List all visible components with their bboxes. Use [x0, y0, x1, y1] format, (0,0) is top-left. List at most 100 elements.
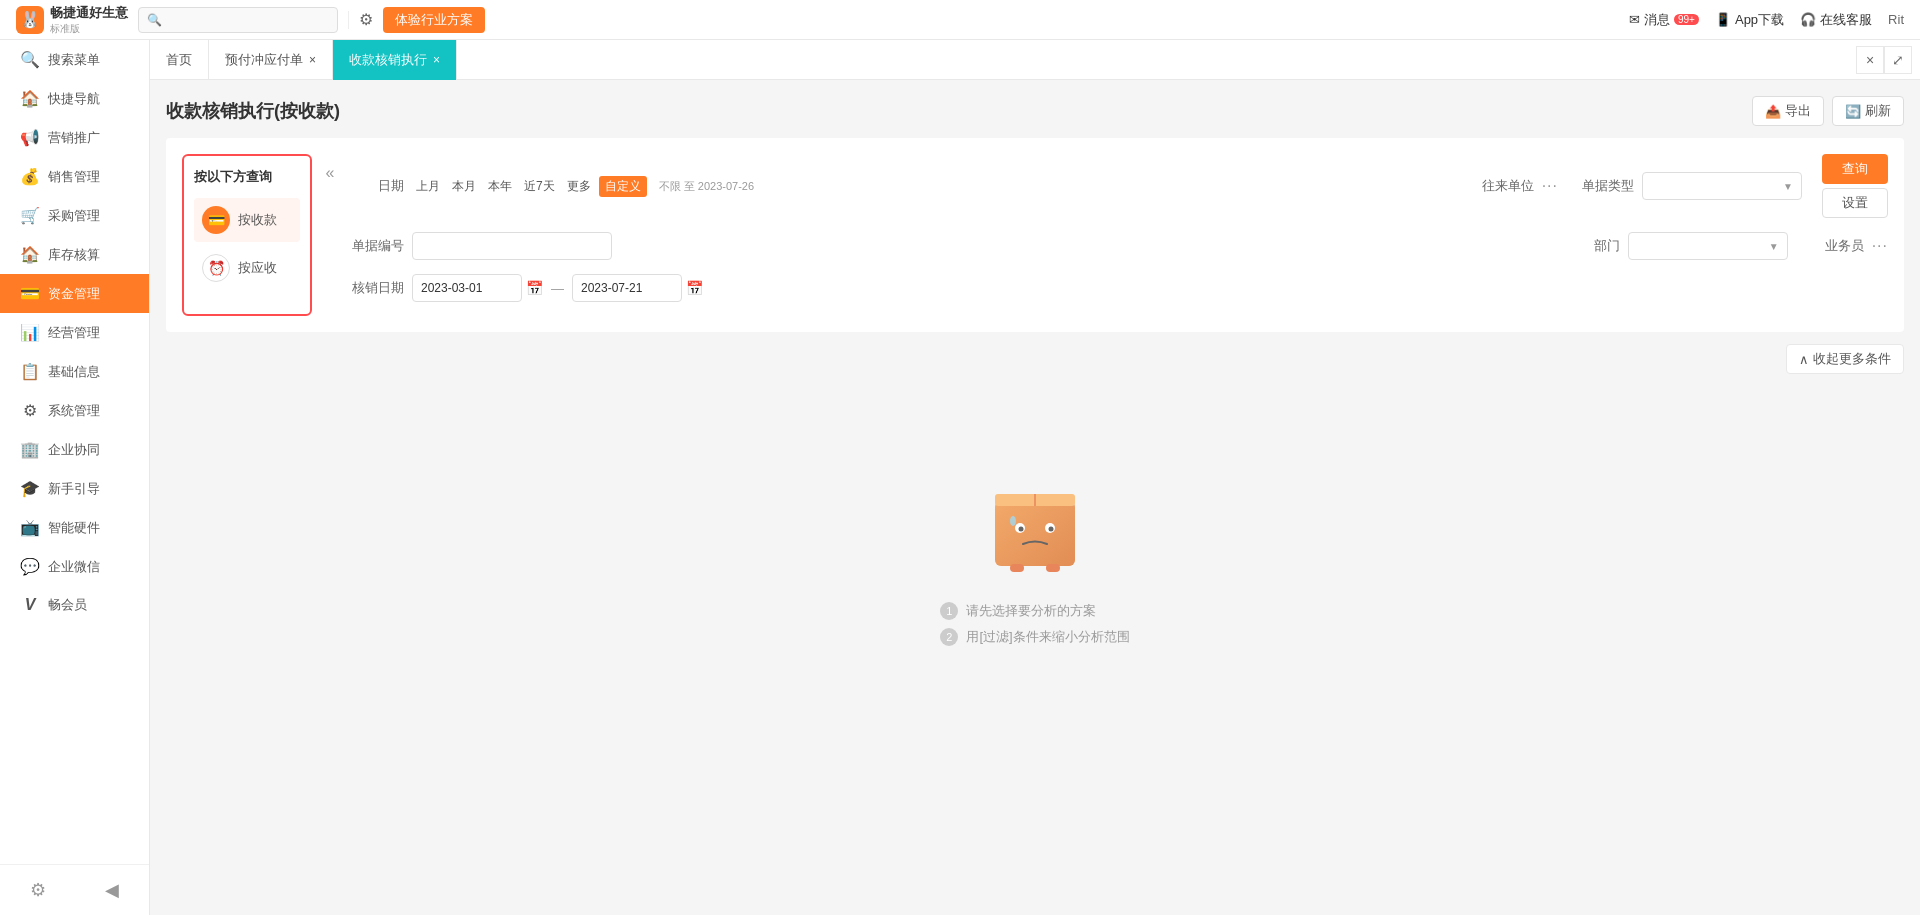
page-title: 收款核销执行(按收款): [166, 99, 340, 123]
tabbar: 首页 预付冲应付单 × 收款核销执行 × × ⤢: [150, 40, 1920, 80]
date-more[interactable]: 更多: [563, 176, 595, 197]
tab-prepay[interactable]: 预付冲应付单 ×: [209, 40, 333, 80]
filter-option-receipt[interactable]: 💳 按收款: [194, 198, 300, 242]
sidebar-label-purchase: 采购管理: [48, 207, 100, 225]
filter-row-2: 单据编号 部门 ▼ 业务员 ···: [348, 232, 1888, 260]
receivable-option-label: 按应收: [238, 259, 277, 277]
sidebar-item-basic[interactable]: 📋 基础信息: [0, 352, 149, 391]
verify-date-end-input[interactable]: [572, 274, 682, 302]
collapse-more-label: 收起更多条件: [1813, 350, 1891, 368]
hardware-icon: 📺: [20, 518, 40, 537]
doc-no-input[interactable]: [412, 232, 612, 260]
expand-window-btn[interactable]: ⤢: [1884, 46, 1912, 74]
sidebar-item-marketing[interactable]: 📢 营销推广: [0, 118, 149, 157]
dept-arrow: ▼: [1769, 241, 1779, 252]
refresh-icon: 🔄: [1845, 104, 1861, 119]
refresh-btn[interactable]: 🔄 刷新: [1832, 96, 1904, 126]
date-7days[interactable]: 近7天: [520, 176, 559, 197]
svg-rect-10: [1046, 564, 1060, 572]
doc-no-field: 单据编号: [348, 232, 612, 260]
verify-date-start-container: 📅: [412, 274, 543, 302]
quick-nav-icon: 🏠: [20, 89, 40, 108]
service-btn[interactable]: 🎧 在线客服: [1800, 11, 1872, 29]
sidebar-item-inventory[interactable]: 🏠 库存核算: [0, 235, 149, 274]
collapse-more-btn[interactable]: ∧ 收起更多条件: [1786, 344, 1904, 374]
verify-date-end-container: 📅: [572, 274, 703, 302]
date-last-month[interactable]: 上月: [412, 176, 444, 197]
brand-name: 畅捷通好生意: [50, 4, 128, 22]
sidebar-item-wechat[interactable]: 💬 企业微信: [0, 547, 149, 586]
verify-date-start-input[interactable]: [412, 274, 522, 302]
query-btn-container: 查询 设置: [1822, 154, 1888, 218]
message-btn[interactable]: ✉ 消息 99+: [1629, 11, 1699, 29]
sidebar-item-purchase[interactable]: 🛒 采购管理: [0, 196, 149, 235]
filter-collapse-btn[interactable]: «: [320, 154, 340, 182]
content-area: 收款核销执行(按收款) 📤 导出 🔄 刷新 按以下: [150, 80, 1920, 915]
date-custom[interactable]: 自定义: [599, 176, 647, 197]
svg-point-7: [1049, 527, 1054, 532]
doc-type-select[interactable]: ▼: [1642, 172, 1802, 200]
sidebar-item-corp[interactable]: 🏢 企业协同: [0, 430, 149, 469]
staff-label: 业务员: [1808, 237, 1864, 255]
date-this-month[interactable]: 本月: [448, 176, 480, 197]
message-label: 消息: [1644, 11, 1670, 29]
date-this-year[interactable]: 本年: [484, 176, 516, 197]
filter-row-1: 日期 上月 本月 本年 近7天 更多 自定义 不限 至 2023-07-26: [348, 154, 1888, 218]
wechat-icon: 💬: [20, 557, 40, 576]
staff-field: 业务员 ···: [1808, 237, 1888, 255]
tab-receipt[interactable]: 收款核销执行 ×: [333, 40, 457, 80]
export-icon: 📤: [1765, 104, 1781, 119]
counterpart-dots[interactable]: ···: [1542, 177, 1558, 195]
app-icon: 📱: [1715, 12, 1731, 27]
sidebar-item-search[interactable]: 🔍 搜索菜单: [0, 40, 149, 79]
sidebar-item-funds[interactable]: 💳 资金管理: [0, 274, 149, 313]
collapse-sidebar-icon[interactable]: ◀: [99, 873, 125, 907]
collapse-more-container: ∧ 收起更多条件: [166, 344, 1904, 374]
svg-point-8: [1010, 516, 1016, 526]
close-window-btn[interactable]: ×: [1856, 46, 1884, 74]
search-bar[interactable]: 🔍: [138, 7, 338, 33]
empty-tips: 1 请先选择要分析的方案 2 用[过滤]条件来缩小分析范围: [940, 602, 1129, 646]
receipt-option-icon: 💳: [202, 206, 230, 234]
system-icon: ⚙: [20, 401, 40, 420]
receipt-option-label: 按收款: [238, 211, 277, 229]
filter-panel-title: 按以下方查询: [194, 168, 300, 186]
empty-svg: [975, 466, 1095, 576]
svg-rect-1: [995, 501, 1075, 566]
sidebar-item-quick[interactable]: 🏠 快捷导航: [0, 79, 149, 118]
verify-date-start-calendar[interactable]: 📅: [526, 280, 543, 296]
verify-date-label: 核销日期: [348, 279, 404, 297]
sidebar-item-system[interactable]: ⚙ 系统管理: [0, 391, 149, 430]
filter-option-receivable[interactable]: ⏰ 按应收: [194, 246, 300, 290]
sidebar-item-hardware[interactable]: 📺 智能硬件: [0, 508, 149, 547]
sidebar-label-basic: 基础信息: [48, 363, 100, 381]
sidebar-item-operations[interactable]: 📊 经营管理: [0, 313, 149, 352]
tab-receipt-close[interactable]: ×: [433, 53, 440, 67]
industry-btn[interactable]: 体验行业方案: [383, 7, 485, 33]
verify-date-end-calendar[interactable]: 📅: [686, 280, 703, 296]
topbar-right: ✉ 消息 99+ 📱 App下载 🎧 在线客服 Rit: [1629, 11, 1904, 29]
dept-select[interactable]: ▼: [1628, 232, 1788, 260]
sidebar-bottom: ⚙ ◀: [0, 864, 149, 915]
sidebar-item-guide[interactable]: 🎓 新手引导: [0, 469, 149, 508]
tabbar-controls: × ⤢: [1856, 46, 1920, 74]
export-btn[interactable]: 📤 导出: [1752, 96, 1824, 126]
gear-icon[interactable]: ⚙: [359, 10, 373, 29]
setting-btn[interactable]: 设置: [1822, 188, 1888, 218]
sidebar-item-sales[interactable]: 💰 销售管理: [0, 157, 149, 196]
tab-prepay-close[interactable]: ×: [309, 53, 316, 67]
settings-icon[interactable]: ⚙: [24, 873, 52, 907]
guide-icon: 🎓: [20, 479, 40, 498]
sidebar: 🔍 搜索菜单 🏠 快捷导航 📢 营销推广 💰 销售管理 🛒 采购管理 🏠 库存核…: [0, 40, 150, 915]
sidebar-label-quick: 快捷导航: [48, 90, 100, 108]
user-name[interactable]: Rit: [1888, 12, 1904, 27]
service-label: 在线客服: [1820, 11, 1872, 29]
staff-dots[interactable]: ···: [1872, 237, 1888, 255]
funds-icon: 💳: [20, 284, 40, 303]
sidebar-label-inventory: 库存核算: [48, 246, 100, 264]
query-btn[interactable]: 查询: [1822, 154, 1888, 184]
sidebar-label-member: 畅会员: [48, 596, 87, 614]
app-download-btn[interactable]: 📱 App下载: [1715, 11, 1784, 29]
tab-home[interactable]: 首页: [150, 40, 209, 80]
sidebar-item-member[interactable]: V 畅会员: [0, 586, 149, 624]
